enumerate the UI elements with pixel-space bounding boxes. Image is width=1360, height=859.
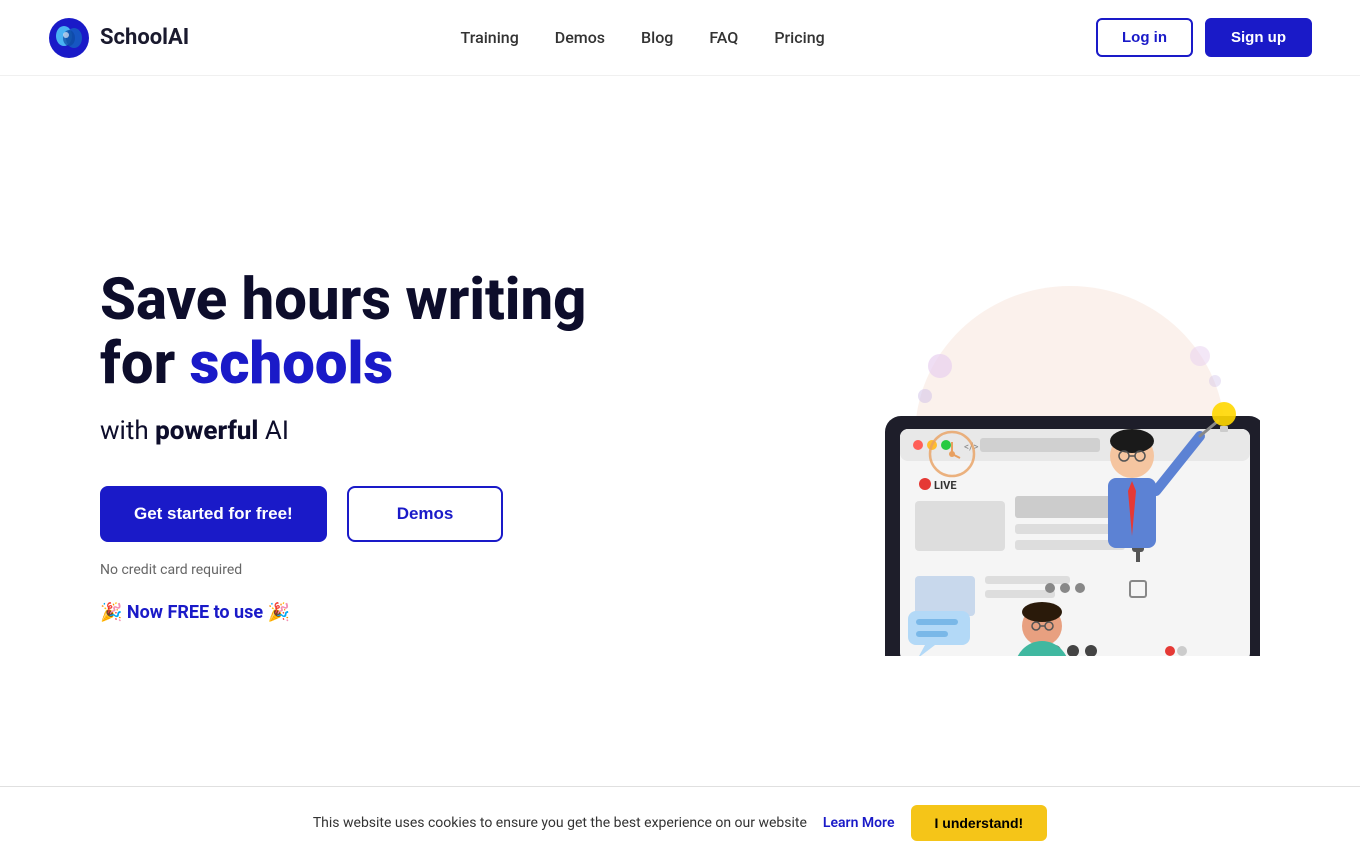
nav-item-pricing[interactable]: Pricing [774,28,824,47]
demos-button[interactable]: Demos [347,486,504,542]
subheading-bold: powerful [155,416,258,446]
free-badge: 🎉 Now FREE to use 🎉 [100,602,586,623]
navbar: SchoolAI Training Demos Blog FAQ Pricing… [0,0,1360,76]
nav-item-training[interactable]: Training [461,28,519,47]
nav-actions: Log in Sign up [1096,18,1312,57]
logo[interactable]: SchoolAI [48,17,189,59]
hero-section: Save hours writing for schools with powe… [0,76,1360,796]
cookie-banner: This website uses cookies to ensure you … [0,786,1360,859]
illustration-svg: </> LIVE [700,236,1260,656]
no-credit-text: No credit card required [100,562,586,578]
heading-line2-plain: for [100,330,190,398]
nav-item-demos[interactable]: Demos [555,28,605,47]
heading-line1: Save hours writing [100,266,586,334]
logo-label: SchoolAI [100,25,189,50]
svg-text:LIVE: LIVE [934,479,957,492]
get-started-button[interactable]: Get started for free! [100,486,327,542]
login-button[interactable]: Log in [1096,18,1193,57]
nav-item-blog[interactable]: Blog [641,28,673,47]
hero-subheading: with powerful AI [100,416,586,446]
hero-buttons: Get started for free! Demos [100,486,586,542]
hero-illustration: </> LIVE [700,236,1260,656]
accept-cookie-button[interactable]: I understand! [911,805,1048,841]
hero-text-block: Save hours writing for schools with powe… [100,269,586,624]
signup-button[interactable]: Sign up [1205,18,1312,57]
hero-heading: Save hours writing for schools [100,269,586,397]
nav-links: Training Demos Blog FAQ Pricing [461,28,825,47]
cookie-message: This website uses cookies to ensure you … [313,815,807,831]
logo-icon [48,17,90,59]
learn-more-link[interactable]: Learn More [823,815,895,831]
heading-schools: schools [190,330,394,398]
subheading-rest: AI [258,416,288,446]
subheading-plain: with [100,416,155,446]
nav-item-faq[interactable]: FAQ [709,28,738,47]
